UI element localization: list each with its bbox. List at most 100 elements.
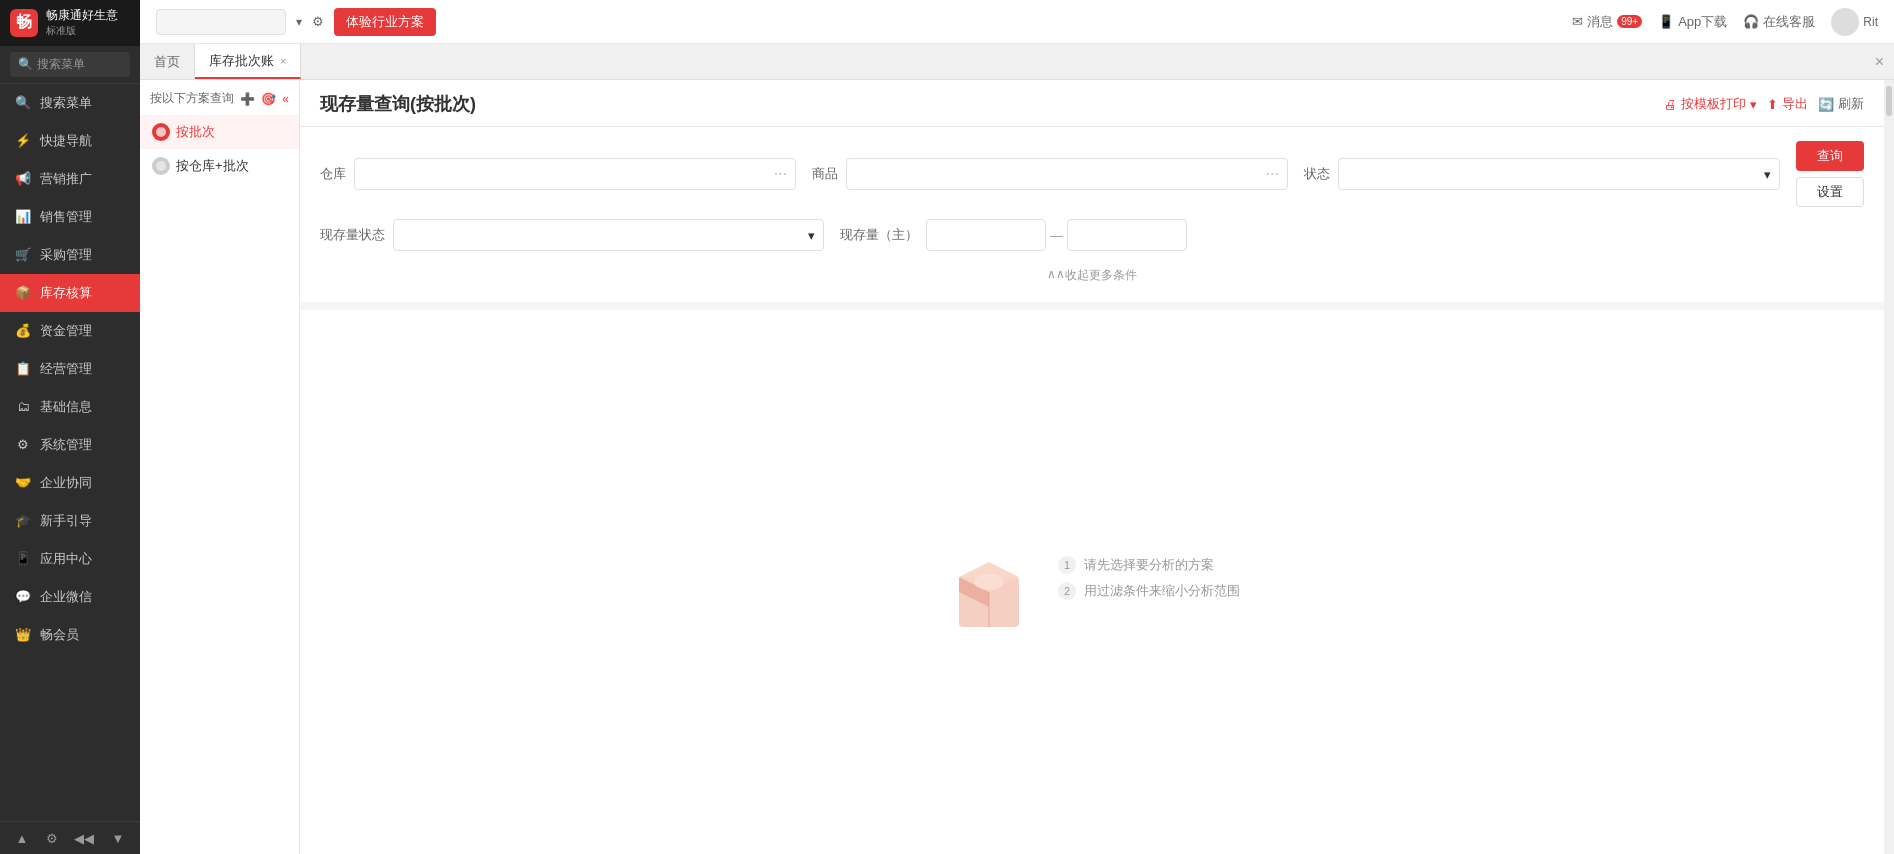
search-nav-icon: 🔍 bbox=[14, 94, 32, 112]
trial-btn[interactable]: 体验行业方案 bbox=[334, 8, 436, 36]
scroll-up-btn[interactable]: ▲ bbox=[14, 830, 30, 846]
sidebar-item-operations[interactable]: 📋 经营管理 bbox=[0, 350, 140, 388]
sidebar-item-label: 企业微信 bbox=[40, 588, 92, 606]
user-area[interactable]: Rit bbox=[1831, 8, 1878, 36]
sidebar-item-enterprise[interactable]: 🤝 企业协同 bbox=[0, 464, 140, 502]
sidebar-item-shortcut[interactable]: ⚡ 快捷导航 bbox=[0, 122, 140, 160]
online-service-label: 在线客服 bbox=[1763, 13, 1815, 31]
sidebar-item-apps[interactable]: 📱 应用中心 bbox=[0, 540, 140, 578]
user-avatar bbox=[1831, 8, 1859, 36]
sidebar-item-label: 营销推广 bbox=[40, 170, 92, 188]
stock-qty-dash: — bbox=[1046, 228, 1067, 243]
warehouse-dots-btn[interactable]: ··· bbox=[774, 165, 787, 183]
messages-btn[interactable]: ✉ 消息 99+ bbox=[1572, 13, 1642, 31]
sidebar-search-area[interactable]: 🔍 搜索菜单 bbox=[0, 46, 140, 84]
tab-home[interactable]: 首页 bbox=[140, 44, 195, 79]
refresh-btn[interactable]: 🔄 刷新 bbox=[1818, 95, 1864, 113]
product-input[interactable]: ··· bbox=[846, 158, 1288, 190]
topbar: ▾ ⚙ 体验行业方案 ✉ 消息 99+ 📱 App下载 🎧 在线客服 Rit bbox=[140, 0, 1894, 44]
settings-solution-btn[interactable]: 🎯 bbox=[261, 92, 276, 106]
collapse-up-icon: ∧∧ bbox=[1047, 267, 1065, 284]
sidebar-item-label: 采购管理 bbox=[40, 246, 92, 264]
sidebar-item-finance[interactable]: 💰 资金管理 bbox=[0, 312, 140, 350]
add-solution-btn[interactable]: ➕ bbox=[240, 92, 255, 106]
sidebar-item-purchase[interactable]: 🛒 采购管理 bbox=[0, 236, 140, 274]
data-area: 1 请先选择要分析的方案 2 用过滤条件来缩小分析范围 bbox=[300, 310, 1884, 854]
svg-point-1 bbox=[156, 161, 166, 171]
tab-home-label: 首页 bbox=[154, 53, 180, 71]
finance-icon: 💰 bbox=[14, 322, 32, 340]
settings-button[interactable]: 设置 bbox=[1796, 177, 1864, 207]
app-logo: 畅 bbox=[10, 9, 38, 37]
chevron-down-icon: ▾ bbox=[1764, 167, 1771, 182]
sidebar-item-label: 销售管理 bbox=[40, 208, 92, 226]
settings-footer-icon[interactable]: ⚙ bbox=[46, 831, 58, 846]
product-dots-btn[interactable]: ··· bbox=[1266, 165, 1279, 183]
tab-batch-label: 库存批次账 bbox=[209, 52, 274, 70]
collapse-btn[interactable]: ∧∧ 收起更多条件 bbox=[320, 263, 1864, 288]
search-label: 搜索菜单 bbox=[37, 56, 85, 73]
status-select[interactable]: ▾ bbox=[1338, 158, 1780, 190]
app-title-group: 畅康通好生意 标准版 bbox=[46, 8, 118, 38]
topbar-gear-btn[interactable]: ⚙ bbox=[312, 14, 324, 29]
system-icon: ⚙ bbox=[14, 436, 32, 454]
topbar-dropdown-btn[interactable]: ▾ bbox=[296, 15, 302, 29]
stock-qty-max-input[interactable] bbox=[1067, 219, 1187, 251]
sales-icon: 📊 bbox=[14, 208, 32, 226]
online-service-btn[interactable]: 🎧 在线客服 bbox=[1743, 13, 1815, 31]
print-dropdown-icon[interactable]: ▾ bbox=[1750, 97, 1757, 112]
messages-badge: 99+ bbox=[1617, 15, 1642, 28]
sidebar-item-label: 畅会员 bbox=[40, 626, 79, 644]
tab-batch[interactable]: 库存批次账 × bbox=[195, 44, 301, 79]
sidebar-item-system[interactable]: ⚙ 系统管理 bbox=[0, 426, 140, 464]
sidebar: 畅 畅康通好生意 标准版 🔍 搜索菜单 🔍 搜索菜单 ⚡ 快捷导航 📢 营销推广… bbox=[0, 0, 140, 854]
solution-by-batch[interactable]: 按批次 bbox=[140, 115, 299, 149]
topbar-search-box bbox=[156, 9, 286, 35]
scrollbar-track[interactable] bbox=[1886, 86, 1892, 116]
collapse-left-panel-btn[interactable]: « bbox=[282, 92, 289, 106]
right-scrollbar[interactable] bbox=[1884, 80, 1894, 854]
main-area: ▾ ⚙ 体验行业方案 ✉ 消息 99+ 📱 App下载 🎧 在线客服 Rit bbox=[140, 0, 1894, 854]
user-name: Rit bbox=[1863, 15, 1878, 29]
sidebar-item-marketing[interactable]: 📢 营销推广 bbox=[0, 160, 140, 198]
page-title: 现存量查询(按批次) bbox=[320, 92, 476, 116]
sidebar-item-vip[interactable]: 👑 畅会员 bbox=[0, 616, 140, 654]
empty-svg-icon bbox=[944, 537, 1034, 637]
sidebar-nav: 🔍 搜索菜单 ⚡ 快捷导航 📢 营销推广 📊 销售管理 🛒 采购管理 📦 库存核… bbox=[0, 84, 140, 821]
export-btn[interactable]: ⬆ 导出 bbox=[1767, 95, 1808, 113]
hint-item-1: 1 请先选择要分析的方案 bbox=[1058, 556, 1240, 574]
solution-by-warehouse-batch[interactable]: 按仓库+批次 bbox=[140, 149, 299, 183]
app-download-btn[interactable]: 📱 App下载 bbox=[1658, 13, 1727, 31]
left-panel-icons: ➕ 🎯 « bbox=[240, 92, 289, 106]
scroll-down-btn[interactable]: ▼ bbox=[110, 830, 126, 846]
sidebar-item-inventory[interactable]: 📦 库存核算 bbox=[0, 274, 140, 312]
hint-item-2: 2 用过滤条件来缩小分析范围 bbox=[1058, 582, 1240, 600]
filter-row-1: 仓库 ··· 商品 ··· 状态 bbox=[320, 141, 1864, 207]
sidebar-item-newbie[interactable]: 🎓 新手引导 bbox=[0, 502, 140, 540]
tabs-bar: 首页 库存批次账 × × bbox=[140, 44, 1894, 80]
svg-point-0 bbox=[156, 127, 166, 137]
sidebar-header: 畅 畅康通好生意 标准版 bbox=[0, 0, 140, 46]
chevron-down-icon-2: ▾ bbox=[808, 228, 815, 243]
svg-point-5 bbox=[974, 574, 1004, 590]
sidebar-search-input[interactable]: 🔍 搜索菜单 bbox=[10, 52, 130, 77]
print-btn[interactable]: 🖨 按模板打印 ▾ bbox=[1664, 95, 1757, 113]
product-filter: 商品 ··· bbox=[812, 158, 1288, 190]
refresh-icon: 🔄 bbox=[1818, 97, 1834, 112]
stock-status-select[interactable]: ▾ bbox=[393, 219, 824, 251]
stock-qty-min-input[interactable] bbox=[926, 219, 1046, 251]
solution-icon-batch bbox=[152, 123, 170, 141]
sidebar-item-search[interactable]: 🔍 搜索菜单 bbox=[0, 84, 140, 122]
tabs-close-all-btn[interactable]: × bbox=[1875, 53, 1884, 71]
collapse-sidebar-btn[interactable]: ◀◀ bbox=[74, 831, 94, 846]
query-button[interactable]: 查询 bbox=[1796, 141, 1864, 171]
sidebar-item-wechat[interactable]: 💬 企业微信 bbox=[0, 578, 140, 616]
tab-close-batch[interactable]: × bbox=[280, 55, 286, 67]
print-icon: 🖨 bbox=[1664, 97, 1677, 112]
warehouse-input[interactable]: ··· bbox=[354, 158, 796, 190]
sidebar-item-sales[interactable]: 📊 销售管理 bbox=[0, 198, 140, 236]
topbar-right: ✉ 消息 99+ 📱 App下载 🎧 在线客服 Rit bbox=[1572, 8, 1878, 36]
sidebar-item-base[interactable]: 🗂 基础信息 bbox=[0, 388, 140, 426]
enterprise-icon: 🤝 bbox=[14, 474, 32, 492]
sidebar-item-label: 资金管理 bbox=[40, 322, 92, 340]
